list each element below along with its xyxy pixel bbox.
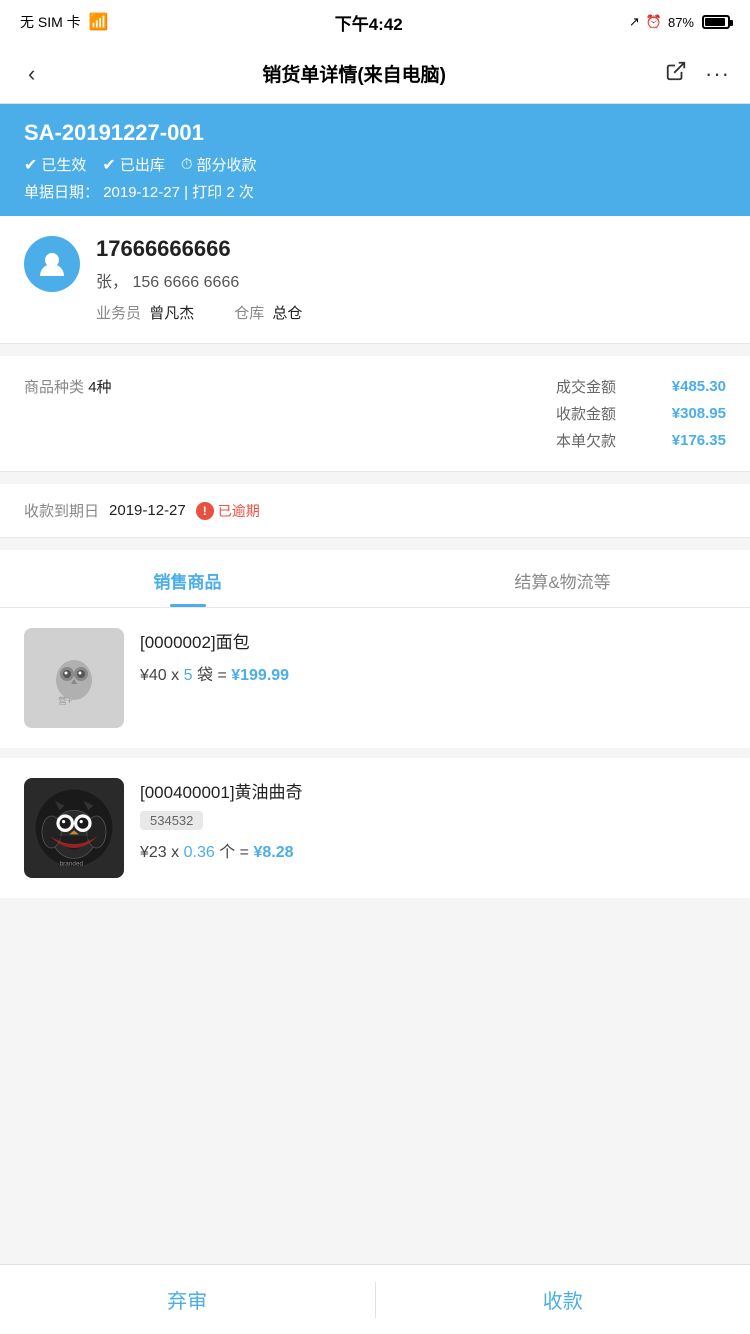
table-row: branded [000400001]黄油曲奇 534532 ¥23 x 0.3…	[0, 758, 750, 898]
page-title: 销货单详情(来自电脑)	[262, 60, 446, 87]
check-icon-1: ✔	[24, 155, 37, 175]
tab-underline	[170, 604, 206, 607]
warehouse-field: 仓库 总仓	[234, 302, 302, 323]
svg-text:营+: 营+	[58, 695, 72, 706]
share-button[interactable]	[665, 60, 687, 88]
tab-settlement[interactable]: 结算&物流等	[375, 550, 750, 607]
back-icon: ‹	[28, 61, 35, 86]
deal-amount-row: 成交金额 ¥485.30	[556, 376, 726, 397]
avatar-icon	[36, 248, 68, 280]
customer-details: 17666666666 张， 156 6666 6666 业务员 曾凡杰 仓库 …	[96, 236, 726, 323]
nav-actions: ···	[665, 60, 730, 88]
product-price-1: ¥40 x 5 袋 = ¥199.99	[140, 661, 726, 685]
alarm-icon: ⏰	[646, 14, 662, 30]
owed-amount-row: 本单欠款 ¥176.35	[556, 430, 726, 451]
product-image-1: 营+	[24, 628, 124, 728]
financial-summary: 成交金额 ¥485.30 收款金额 ¥308.95 本单欠款 ¥176.35	[556, 376, 726, 451]
wifi-icon: 📶	[89, 12, 109, 32]
carrier-text: 无 SIM 卡	[20, 12, 81, 32]
customer-meta: 业务员 曾凡杰 仓库 总仓	[96, 302, 726, 323]
nav-bar: ‹ 销货单详情(来自电脑) ···	[0, 44, 750, 104]
product-info-1: [0000002]面包 ¥40 x 5 袋 = ¥199.99	[140, 628, 726, 685]
product-sku-2: 534532	[140, 811, 203, 830]
table-row: 营+ [0000002]面包 ¥40 x 5 袋 = ¥199.99	[0, 608, 750, 748]
battery-percent: 87%	[668, 15, 694, 30]
salesperson-field: 业务员 曾凡杰	[96, 302, 194, 323]
tabs-section: 销售商品 结算&物流等	[0, 550, 750, 608]
products-list: 营+ [0000002]面包 ¥40 x 5 袋 = ¥199.99	[0, 608, 750, 988]
overdue-badge: ! 已逾期	[196, 501, 260, 521]
product-price-2: ¥23 x 0.36 个 = ¥8.28	[140, 838, 726, 862]
badge-partial-payment: ⏱ 部分收款	[181, 154, 257, 175]
tab-products[interactable]: 销售商品	[0, 550, 375, 607]
product-image-2: branded	[24, 778, 124, 878]
status-time: 下午4:42	[335, 10, 403, 35]
product-types: 商品种类 4种	[24, 376, 112, 397]
received-amount-row: 收款金额 ¥308.95	[556, 403, 726, 424]
order-id: SA-20191227-001	[24, 120, 726, 146]
customer-avatar	[24, 236, 80, 292]
bottom-action-bar: 弃审 收款	[0, 1264, 750, 1334]
status-carrier: 无 SIM 卡 📶	[20, 12, 109, 32]
customer-name-phone: 张， 156 6666 6666	[96, 268, 726, 292]
svg-text:branded: branded	[60, 861, 84, 868]
confirm-payment-button[interactable]: 收款	[376, 1265, 750, 1334]
clock-icon: ⏱	[181, 156, 193, 173]
product-owl-icon: branded	[34, 788, 114, 868]
tabs-row: 销售商品 结算&物流等	[0, 550, 750, 607]
bread-placeholder-icon: 营+	[44, 648, 104, 708]
overdue-dot-icon: !	[196, 502, 214, 520]
order-badges: ✔ 已生效 ✔ 已出库 ⏱ 部分收款	[24, 154, 726, 175]
product-info-2: [000400001]黄油曲奇 534532 ¥23 x 0.36 个 = ¥8…	[140, 778, 726, 862]
check-icon-2: ✔	[102, 155, 115, 175]
cancel-button[interactable]: 弃审	[0, 1265, 375, 1334]
product-name-2: [000400001]黄油曲奇	[140, 778, 726, 803]
customer-account: 17666666666	[96, 236, 726, 262]
battery-icon	[702, 15, 730, 29]
product-name-1: [0000002]面包	[140, 628, 726, 653]
order-header: SA-20191227-001 ✔ 已生效 ✔ 已出库 ⏱ 部分收款 单据日期：…	[0, 104, 750, 216]
customer-section: 17666666666 张， 156 6666 6666 业务员 曾凡杰 仓库 …	[0, 216, 750, 344]
summary-section: 商品种类 4种 成交金额 ¥485.30 收款金额 ¥308.95 本单欠款 ¥…	[0, 356, 750, 472]
due-date-section: 收款到期日 2019-12-27 ! 已逾期	[0, 484, 750, 538]
status-bar: 无 SIM 卡 📶 下午4:42 ↗ ⏰ 87%	[0, 0, 750, 44]
badge-shipped: ✔ 已出库	[102, 154, 164, 175]
status-right: ↗ ⏰ 87%	[629, 14, 730, 30]
back-button[interactable]: ‹	[20, 53, 43, 95]
order-date-line: 单据日期： 2019-12-27 | 打印 2 次	[24, 181, 726, 202]
location-icon: ↗	[629, 14, 640, 30]
more-button[interactable]: ···	[705, 61, 730, 87]
badge-effective: ✔ 已生效	[24, 154, 86, 175]
